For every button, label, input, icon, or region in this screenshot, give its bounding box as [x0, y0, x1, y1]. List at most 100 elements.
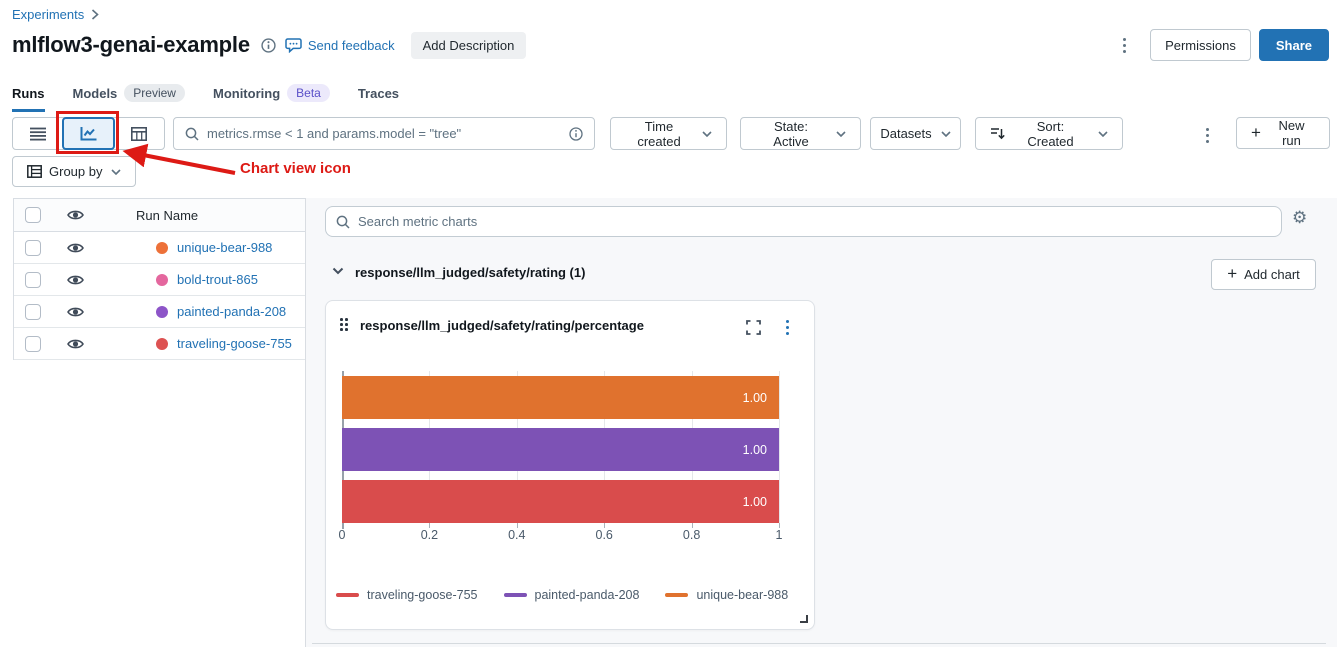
tab-runs-label: Runs — [12, 86, 45, 101]
chart-title: response/llm_judged/safety/rating/percen… — [360, 318, 644, 333]
tab-models-label: Models — [73, 86, 118, 101]
preview-badge: Preview — [124, 84, 185, 102]
breadcrumb-experiments-link[interactable]: Experiments — [12, 7, 84, 22]
send-feedback-label: Send feedback — [308, 38, 395, 53]
group-by-icon — [27, 165, 42, 178]
chevron-down-icon — [702, 131, 712, 137]
section-collapse-chevron-icon[interactable] — [332, 267, 344, 275]
run-link[interactable]: painted-panda-208 — [177, 304, 286, 319]
x-tick-label: 1 — [776, 528, 783, 542]
legend-swatch — [336, 593, 359, 597]
runs-toolbar: Time created State: Active Datasets Sort… — [0, 117, 1337, 150]
tab-traces-label: Traces — [358, 86, 399, 101]
plus-icon: + — [1251, 124, 1261, 141]
chart-legend: traveling-goose-755 painted-panda-208 un… — [336, 588, 788, 602]
table-row: painted-panda-208 — [14, 296, 305, 328]
tab-monitoring-label: Monitoring — [213, 86, 280, 101]
time-created-filter[interactable]: Time created — [610, 117, 727, 150]
card-resize-handle[interactable] — [800, 615, 808, 623]
bar-value-label: 1.00 — [743, 443, 767, 457]
toolbar-overflow-menu[interactable] — [1200, 124, 1215, 147]
view-mode-switcher — [12, 117, 165, 150]
time-created-label: Time created — [625, 119, 693, 149]
tab-traces[interactable]: Traces — [358, 86, 399, 112]
list-view-button[interactable] — [13, 118, 63, 149]
annotation-label: Chart view icon — [240, 160, 351, 177]
run-link[interactable]: unique-bear-988 — [177, 240, 272, 255]
run-color-dot — [156, 306, 168, 318]
table-row: traveling-goose-755 — [14, 328, 305, 360]
eye-icon[interactable] — [51, 274, 99, 286]
share-button[interactable]: Share — [1259, 29, 1329, 61]
legend-swatch — [504, 593, 527, 597]
chevron-right-icon — [91, 9, 99, 20]
add-description-button[interactable]: Add Description — [411, 32, 527, 59]
chevron-down-icon — [111, 169, 121, 175]
eye-icon[interactable] — [51, 306, 99, 318]
row-checkbox[interactable] — [25, 336, 41, 352]
bar-painted-panda-208: 1.00 — [342, 428, 779, 471]
eye-icon[interactable] — [51, 242, 99, 254]
title-row: mlflow3-genai-example Send feedback Add … — [12, 29, 1329, 61]
runs-table-header: Run Name — [14, 199, 305, 232]
new-run-button[interactable]: + New run — [1236, 117, 1330, 149]
sort-selector[interactable]: Sort: Created — [975, 117, 1123, 150]
metric-charts-search-input[interactable] — [358, 214, 1271, 229]
beta-badge: Beta — [287, 84, 330, 102]
drag-handle-icon[interactable] — [340, 318, 348, 331]
bar-value-label: 1.00 — [743, 495, 767, 509]
run-link[interactable]: traveling-goose-755 — [177, 336, 292, 351]
table-row: bold-trout-865 — [14, 264, 305, 296]
chevron-down-icon — [941, 131, 951, 137]
visibility-column-eye-icon[interactable] — [51, 209, 99, 221]
legend-label: traveling-goose-755 — [367, 588, 478, 602]
search-info-icon[interactable] — [569, 127, 583, 141]
search-icon — [336, 215, 350, 229]
bar-traveling-goose-755: 1.00 — [342, 480, 779, 523]
table-view-button[interactable] — [114, 118, 164, 149]
x-tick-label: 0.6 — [595, 528, 612, 542]
info-icon[interactable] — [261, 38, 276, 53]
row-checkbox[interactable] — [25, 240, 41, 256]
run-name-header: Run Name — [99, 208, 305, 223]
x-axis-ticks: 0 0.2 0.4 0.6 0.8 1 — [342, 528, 779, 544]
group-by-label: Group by — [49, 164, 102, 179]
state-filter[interactable]: State: Active — [740, 117, 861, 150]
select-all-checkbox[interactable] — [25, 207, 41, 223]
eye-icon[interactable] — [51, 338, 99, 350]
group-by-button[interactable]: Group by — [12, 156, 136, 187]
sort-icon — [990, 127, 1005, 140]
add-chart-button[interactable]: + Add chart — [1211, 259, 1316, 290]
expand-icon[interactable] — [746, 320, 761, 335]
header-overflow-menu[interactable] — [1117, 34, 1132, 57]
gridline — [779, 371, 780, 523]
row-checkbox[interactable] — [25, 304, 41, 320]
tab-monitoring[interactable]: Monitoring Beta — [213, 84, 330, 113]
run-link[interactable]: bold-trout-865 — [177, 272, 258, 287]
row-checkbox[interactable] — [25, 272, 41, 288]
legend-item[interactable]: traveling-goose-755 — [336, 588, 478, 602]
datasets-filter[interactable]: Datasets — [870, 117, 961, 150]
permissions-button[interactable]: Permissions — [1150, 29, 1251, 61]
page-title: mlflow3-genai-example — [12, 32, 250, 58]
breadcrumb: Experiments — [12, 7, 99, 22]
legend-swatch — [665, 593, 688, 597]
legend-item[interactable]: painted-panda-208 — [504, 588, 640, 602]
section-divider — [312, 643, 1326, 644]
tab-runs[interactable]: Runs — [12, 86, 45, 112]
gear-icon[interactable]: ⚙ — [1292, 208, 1307, 228]
datasets-filter-label: Datasets — [880, 126, 931, 141]
x-tick-label: 0 — [339, 528, 346, 542]
legend-item[interactable]: unique-bear-988 — [665, 588, 788, 602]
chart-view-button[interactable] — [62, 117, 116, 150]
runs-search — [173, 117, 595, 150]
state-filter-label: State: Active — [755, 119, 827, 149]
metric-section-title: response/llm_judged/safety/rating (1) — [355, 265, 585, 280]
runs-search-input[interactable] — [207, 126, 561, 141]
bar-value-label: 1.00 — [743, 391, 767, 405]
chart-options-menu[interactable] — [780, 316, 795, 339]
runs-table: Run Name unique-bear-988 bold-trout-865 … — [13, 198, 305, 360]
tab-models[interactable]: Models Preview — [73, 84, 185, 113]
new-run-label: New run — [1268, 118, 1315, 148]
send-feedback-link[interactable]: Send feedback — [285, 38, 395, 53]
